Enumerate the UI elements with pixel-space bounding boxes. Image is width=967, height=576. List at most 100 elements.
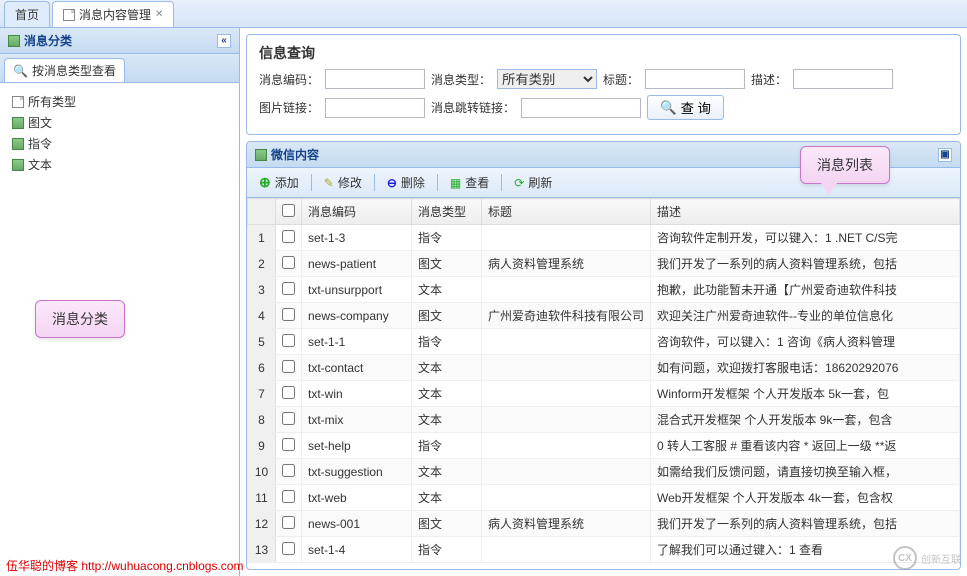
cell-title — [482, 225, 651, 251]
cell-title — [482, 355, 651, 381]
delete-button[interactable]: ⊖删除 — [381, 172, 431, 193]
col-type[interactable]: 消息类型 — [412, 199, 482, 225]
callout-sidebar: 消息分类 — [35, 300, 125, 338]
input-code[interactable] — [325, 69, 425, 89]
col-title[interactable]: 标题 — [482, 199, 651, 225]
sidebar-tabs: 🔍 按消息类型查看 — [0, 54, 239, 83]
footer-link[interactable]: http://wuhuacong.cnblogs.com — [81, 559, 243, 573]
cell-type: 指令 — [412, 329, 482, 355]
cell-code: txt-win — [302, 381, 412, 407]
collapse-sidebar-button[interactable]: « — [217, 34, 231, 48]
collapse-grid-button[interactable]: ▣ — [938, 148, 952, 162]
cell-type: 指令 — [412, 433, 482, 459]
input-desc[interactable] — [793, 69, 893, 89]
table-row[interactable]: 4 news-company 图文 广州爱奇迪软件科技有限公司 欢迎关注广州爱奇… — [248, 303, 960, 329]
query-title: 信息查询 — [259, 43, 948, 63]
cell-desc: Web开发框架 个人开发版本 4k一套，包含权 — [651, 485, 960, 511]
input-jump-link[interactable] — [521, 98, 641, 118]
cell-checkbox[interactable] — [276, 381, 302, 407]
row-checkbox[interactable] — [282, 490, 295, 503]
table-row[interactable]: 9 set-help 指令 0 转人工客服 # 重看该内容 * 返回上一级 **… — [248, 433, 960, 459]
table-row[interactable]: 12 news-001 图文 病人资料管理系统 我们开发了一系列的病人资料管理系… — [248, 511, 960, 537]
cell-rownum: 4 — [248, 303, 276, 329]
cell-checkbox[interactable] — [276, 355, 302, 381]
table-row[interactable]: 13 set-1-4 指令 了解我们可以通过键入：1 查看 — [248, 537, 960, 563]
cell-type: 文本 — [412, 277, 482, 303]
table-row[interactable]: 6 txt-contact 文本 如有问题，欢迎拨打客服电话：186202920… — [248, 355, 960, 381]
cell-type: 文本 — [412, 459, 482, 485]
select-type[interactable]: 所有类别 — [497, 69, 597, 89]
cell-code: set-help — [302, 433, 412, 459]
table-row[interactable]: 11 txt-web 文本 Web开发框架 个人开发版本 4k一套，包含权 — [248, 485, 960, 511]
callout-list: 消息列表 — [800, 146, 890, 184]
table-row[interactable]: 8 txt-mix 文本 混合式开发框架 个人开发版本 9k一套，包含 — [248, 407, 960, 433]
row-checkbox[interactable] — [282, 256, 295, 269]
tab-message-content[interactable]: 消息内容管理 ✕ — [52, 1, 174, 27]
row-checkbox[interactable] — [282, 334, 295, 347]
view-button[interactable]: ▦查看 — [444, 172, 495, 193]
cell-title — [482, 407, 651, 433]
cell-checkbox[interactable] — [276, 459, 302, 485]
query-panel: 信息查询 消息编码： 消息类型： 所有类别 标题： 描述： 图片链接： 消息跳转… — [246, 34, 961, 135]
cell-code: set-1-4 — [302, 537, 412, 563]
table-row[interactable]: 5 set-1-1 指令 咨询软件，可以键入：1 咨询《病人资料管理 — [248, 329, 960, 355]
cell-title: 广州爱奇迪软件科技有限公司 — [482, 303, 651, 329]
tree-item-text[interactable]: 文本 — [8, 154, 231, 175]
tab-home[interactable]: 首页 — [4, 1, 50, 27]
cell-checkbox[interactable] — [276, 303, 302, 329]
page-icon — [12, 96, 24, 108]
select-all-checkbox[interactable] — [282, 204, 295, 217]
col-desc[interactable]: 描述 — [651, 199, 960, 225]
table-row[interactable]: 10 txt-suggestion 文本 如需给我们反馈问题，请直接切换至输入框… — [248, 459, 960, 485]
row-checkbox[interactable] — [282, 282, 295, 295]
row-checkbox[interactable] — [282, 230, 295, 243]
cell-checkbox[interactable] — [276, 277, 302, 303]
row-checkbox[interactable] — [282, 386, 295, 399]
sidebar-tab-by-type[interactable]: 🔍 按消息类型查看 — [4, 58, 125, 82]
edit-button[interactable]: ✎修改 — [318, 172, 368, 193]
cell-checkbox[interactable] — [276, 225, 302, 251]
cell-code: news-company — [302, 303, 412, 329]
table-row[interactable]: 7 txt-win 文本 Winform开发框架 个人开发版本 5k一套，包 — [248, 381, 960, 407]
cell-rownum: 7 — [248, 381, 276, 407]
table-row[interactable]: 2 news-patient 图文 病人资料管理系统 我们开发了一系列的病人资料… — [248, 251, 960, 277]
data-grid[interactable]: 消息编码 消息类型 标题 描述 1 set-1-3 指令 咨询软件定制开发，可以… — [247, 198, 960, 569]
grid-panel: 微信内容 ▣ ⊕添加 ✎修改 ⊖删除 ▦查看 ⟳刷新 — [246, 141, 961, 570]
refresh-button[interactable]: ⟳刷新 — [508, 172, 558, 193]
grid-icon — [8, 35, 20, 47]
row-checkbox[interactable] — [282, 438, 295, 451]
cell-rownum: 2 — [248, 251, 276, 277]
input-image-link[interactable] — [325, 98, 425, 118]
col-checkbox-header[interactable] — [276, 199, 302, 225]
row-checkbox[interactable] — [282, 516, 295, 529]
tree-item-command[interactable]: 指令 — [8, 133, 231, 154]
tree-item-image-text[interactable]: 图文 — [8, 112, 231, 133]
row-checkbox[interactable] — [282, 464, 295, 477]
table-row[interactable]: 1 set-1-3 指令 咨询软件定制开发，可以键入：1 .NET C/S完 — [248, 225, 960, 251]
table-row[interactable]: 3 txt-unsurpport 文本 抱歉，此功能暂未开通【广州爱奇迪软件科技 — [248, 277, 960, 303]
cell-checkbox[interactable] — [276, 537, 302, 563]
row-checkbox[interactable] — [282, 360, 295, 373]
close-icon[interactable]: ✕ — [155, 9, 163, 20]
cell-title — [482, 485, 651, 511]
cell-code: txt-mix — [302, 407, 412, 433]
label-jump-link: 消息跳转链接： — [431, 99, 515, 116]
cell-checkbox[interactable] — [276, 329, 302, 355]
cell-title: 病人资料管理系统 — [482, 251, 651, 277]
search-button[interactable]: 🔍 查 询 — [647, 95, 724, 120]
search-icon: 🔍 — [660, 100, 677, 116]
tree-item-all[interactable]: 所有类型 — [8, 91, 231, 112]
cell-checkbox[interactable] — [276, 407, 302, 433]
cell-type: 文本 — [412, 355, 482, 381]
cell-checkbox[interactable] — [276, 251, 302, 277]
cell-title: 病人资料管理系统 — [482, 511, 651, 537]
input-title[interactable] — [645, 69, 745, 89]
cell-checkbox[interactable] — [276, 511, 302, 537]
cell-checkbox[interactable] — [276, 485, 302, 511]
row-checkbox[interactable] — [282, 308, 295, 321]
row-checkbox[interactable] — [282, 412, 295, 425]
row-checkbox[interactable] — [282, 542, 295, 555]
col-code[interactable]: 消息编码 — [302, 199, 412, 225]
cell-checkbox[interactable] — [276, 433, 302, 459]
add-button[interactable]: ⊕添加 — [253, 172, 305, 193]
